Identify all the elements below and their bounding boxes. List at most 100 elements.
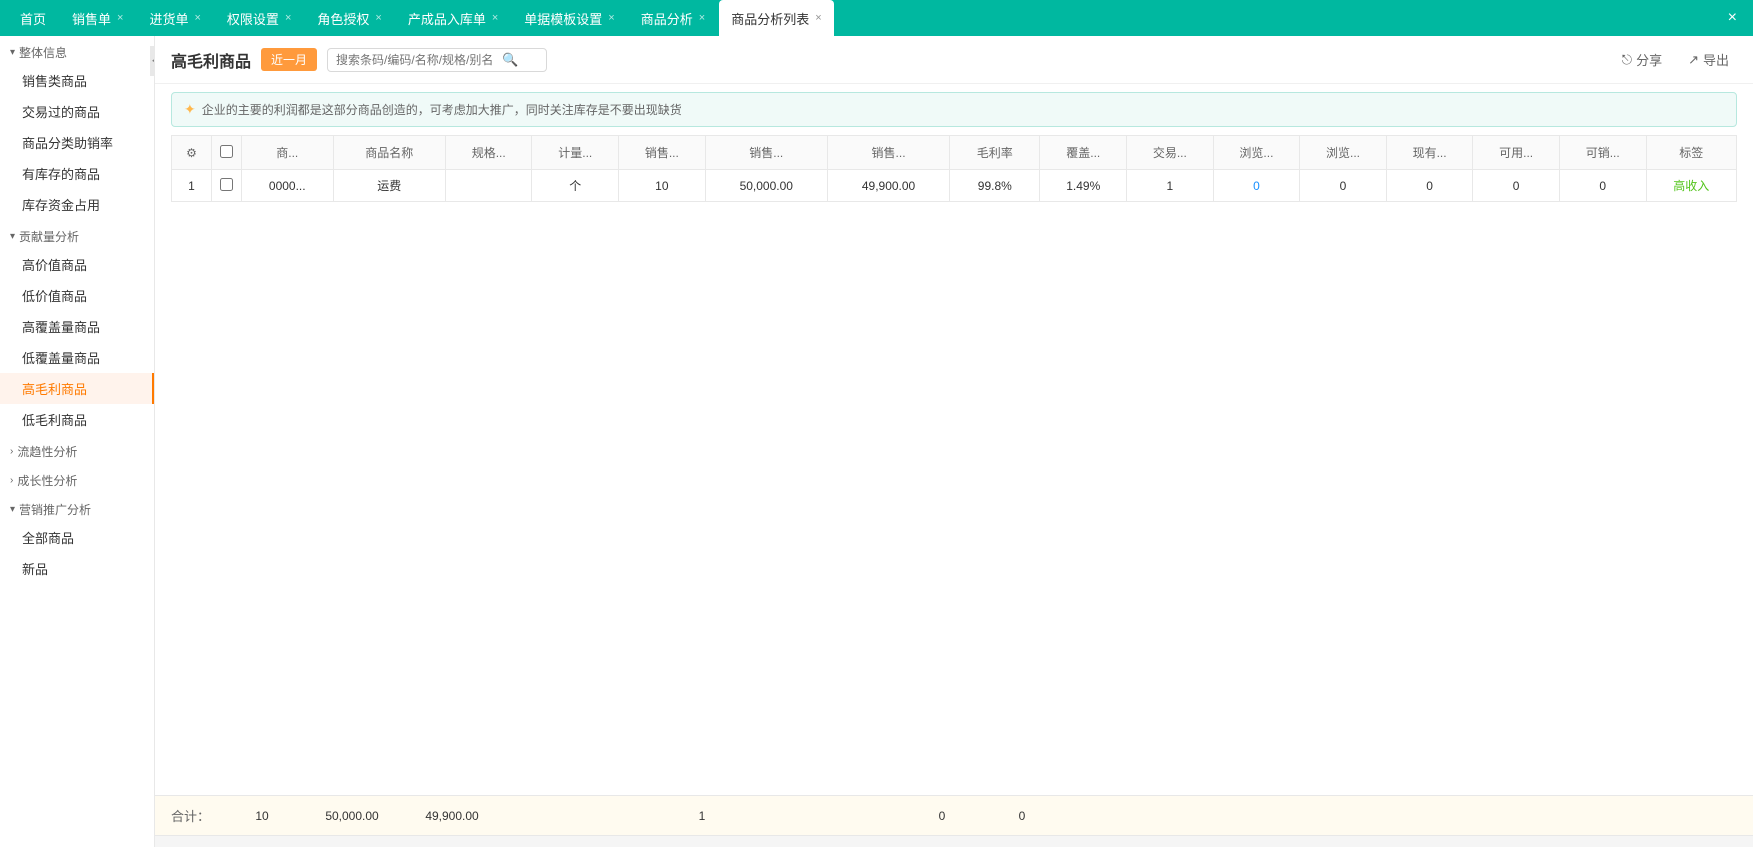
select-all-checkbox[interactable] [220, 145, 233, 158]
sidebar-item-high-margin[interactable]: 高毛利商品 [0, 373, 154, 404]
nav-tab-sales[interactable]: 销售单 × [60, 0, 135, 36]
nav-tab-product-inbound[interactable]: 产成品入库单 × [396, 0, 510, 36]
sidebar-item-high-coverage[interactable]: 高覆盖量商品 [0, 311, 154, 342]
nav-tab-sales-close[interactable]: × [117, 12, 123, 24]
row-spec [445, 170, 532, 202]
col-sales-qty-header[interactable]: 销售... [619, 136, 706, 170]
sidebar-item-new-goods[interactable]: 新品 [0, 553, 154, 584]
col-available-header[interactable]: 可用... [1473, 136, 1560, 170]
row-browse1-link[interactable]: 0 [1253, 179, 1260, 193]
sidebar-item-traded-goods[interactable]: 交易过的商品 [0, 96, 154, 127]
nav-tab-purchase-label: 进货单 [149, 9, 188, 28]
sidebar-group-contribution-label: 贡献量分析 [19, 228, 79, 245]
export-button[interactable]: ↗ 导出 [1680, 46, 1737, 73]
col-spec-header[interactable]: 规格... [445, 136, 532, 170]
nav-close-all[interactable]: × [1720, 9, 1745, 27]
row-sellable: 0 [1559, 170, 1646, 202]
nav-tab-analysis-list-close[interactable]: × [815, 12, 821, 24]
nav-tab-purchase[interactable]: 进货单 × [137, 0, 212, 36]
sidebar-item-low-value[interactable]: 低价值商品 [0, 280, 154, 311]
row-tag: 高收入 [1646, 170, 1736, 202]
col-code-header[interactable]: 商... [242, 136, 334, 170]
row-sales-amount: 50,000.00 [705, 170, 827, 202]
horizontal-scrollbar[interactable] [155, 835, 1753, 847]
sidebar-item-high-value[interactable]: 高价值商品 [0, 249, 154, 280]
row-browse1[interactable]: 0 [1213, 170, 1300, 202]
row-unit: 个 [532, 170, 619, 202]
footer-empty2 [582, 809, 662, 823]
row-checkbox-cell[interactable] [212, 170, 242, 202]
nav-tab-role-label: 角色授权 [317, 9, 369, 28]
row-gross-rate: 99.8% [950, 170, 1040, 202]
col-browse1-header[interactable]: 浏览... [1213, 136, 1300, 170]
col-settings-header[interactable]: ⚙ [172, 136, 212, 170]
search-icon[interactable]: 🔍 [502, 52, 518, 68]
footer-total-bar: 合计： 10 50,000.00 49,900.00 1 0 0 [155, 795, 1753, 835]
nav-tab-purchase-close[interactable]: × [194, 12, 200, 24]
nav-tab-role-close[interactable]: × [375, 12, 381, 24]
nav-tab-template-label: 单据模板设置 [524, 9, 602, 28]
nav-tab-permission[interactable]: 权限设置 × [215, 0, 303, 36]
info-banner-text: 企业的主要的利润都是这部分商品创造的，可考虑加大推广，同时关注库存是不要出现缺货 [202, 101, 682, 118]
col-gross-rate-header[interactable]: 毛利率 [950, 136, 1040, 170]
sidebar-group-marketing[interactable]: ▾ 营销推广分析 [0, 493, 154, 522]
top-nav: 首页 销售单 × 进货单 × 权限设置 × 角色授权 × 产成品入库单 × 单据… [0, 0, 1753, 36]
sidebar-group-trend[interactable]: › 流趋性分析 [0, 435, 154, 464]
footer-transactions: 1 [662, 809, 742, 823]
nav-tab-template[interactable]: 单据模板设置 × [512, 0, 626, 36]
col-checkbox-header[interactable] [212, 136, 242, 170]
col-name-header[interactable]: 商品名称 [333, 136, 445, 170]
col-sales-cost-header[interactable]: 销售... [827, 136, 949, 170]
col-coverage-header[interactable]: 覆盖... [1040, 136, 1127, 170]
nav-tab-home[interactable]: 首页 [8, 0, 58, 36]
sidebar-item-low-margin[interactable]: 低毛利商品 [0, 404, 154, 435]
col-browse2-header[interactable]: 浏览... [1300, 136, 1387, 170]
search-input[interactable] [336, 53, 496, 67]
sidebar-group-contribution-arrow: ▾ [10, 231, 15, 242]
share-icon: ⎋ [1622, 52, 1632, 68]
sidebar-collapse-button[interactable]: << [150, 46, 155, 76]
page-title: 高毛利商品 [171, 48, 251, 72]
sidebar-group-trend-arrow: › [10, 446, 13, 457]
share-button[interactable]: ⎋ 分享 [1614, 46, 1670, 73]
info-icon: ✦ [184, 101, 196, 118]
nav-tab-analysis-list[interactable]: 商品分析列表 × [719, 0, 833, 36]
filter-recent-month-button[interactable]: 近一月 [261, 48, 317, 71]
col-transactions-header[interactable]: 交易... [1127, 136, 1214, 170]
footer-sales-amount: 50,000.00 [302, 809, 402, 823]
export-label: 导出 [1703, 50, 1729, 69]
col-sellable-header[interactable]: 可销... [1559, 136, 1646, 170]
sidebar-item-stock-goods[interactable]: 有库存的商品 [0, 158, 154, 189]
nav-tab-analysis[interactable]: 商品分析 × [629, 0, 717, 36]
sidebar-item-stock-fund[interactable]: 库存资金占用 [0, 189, 154, 220]
nav-tab-product-inbound-close[interactable]: × [492, 12, 498, 24]
footer-cells: 10 50,000.00 49,900.00 1 0 0 [222, 809, 1737, 823]
row-browse2: 0 [1300, 170, 1387, 202]
sidebar-item-category-rate[interactable]: 商品分类助销率 [0, 127, 154, 158]
content-area: 高毛利商品 近一月 🔍 ⎋ 分享 ↗ 导出 ✦ 企业的主要的利润都是这部分商品创… [155, 36, 1753, 847]
sidebar-group-contribution[interactable]: ▾ 贡献量分析 [0, 220, 154, 249]
nav-tab-analysis-list-label: 商品分析列表 [731, 9, 809, 28]
sidebar-item-low-coverage[interactable]: 低覆盖量商品 [0, 342, 154, 373]
sidebar-item-sales-goods[interactable]: 销售类商品 [0, 65, 154, 96]
footer-current-stock: 0 [902, 809, 982, 823]
data-table: ⚙ 商... 商品名称 规格... [171, 135, 1737, 202]
sidebar-group-marketing-label: 营销推广分析 [19, 501, 91, 518]
sidebar-group-growth[interactable]: › 成长性分析 [0, 464, 154, 493]
row-coverage: 1.49% [1040, 170, 1127, 202]
col-sales-amount-header[interactable]: 销售... [705, 136, 827, 170]
nav-tab-role[interactable]: 角色授权 × [305, 0, 393, 36]
sidebar-group-overall[interactable]: ▾ 整体信息 [0, 36, 154, 65]
nav-tab-permission-close[interactable]: × [285, 12, 291, 24]
col-tag-header[interactable]: 标签 [1646, 136, 1736, 170]
footer-empty1 [502, 809, 582, 823]
footer-sales-cost: 49,900.00 [402, 809, 502, 823]
col-unit-header[interactable]: 计量... [532, 136, 619, 170]
nav-tab-analysis-close[interactable]: × [699, 12, 705, 24]
footer-available: 0 [982, 809, 1062, 823]
nav-tab-template-close[interactable]: × [608, 12, 614, 24]
nav-tab-permission-label: 权限设置 [227, 9, 279, 28]
sidebar-item-all-goods[interactable]: 全部商品 [0, 522, 154, 553]
col-current-stock-header[interactable]: 现有... [1386, 136, 1473, 170]
row-checkbox[interactable] [220, 178, 233, 191]
